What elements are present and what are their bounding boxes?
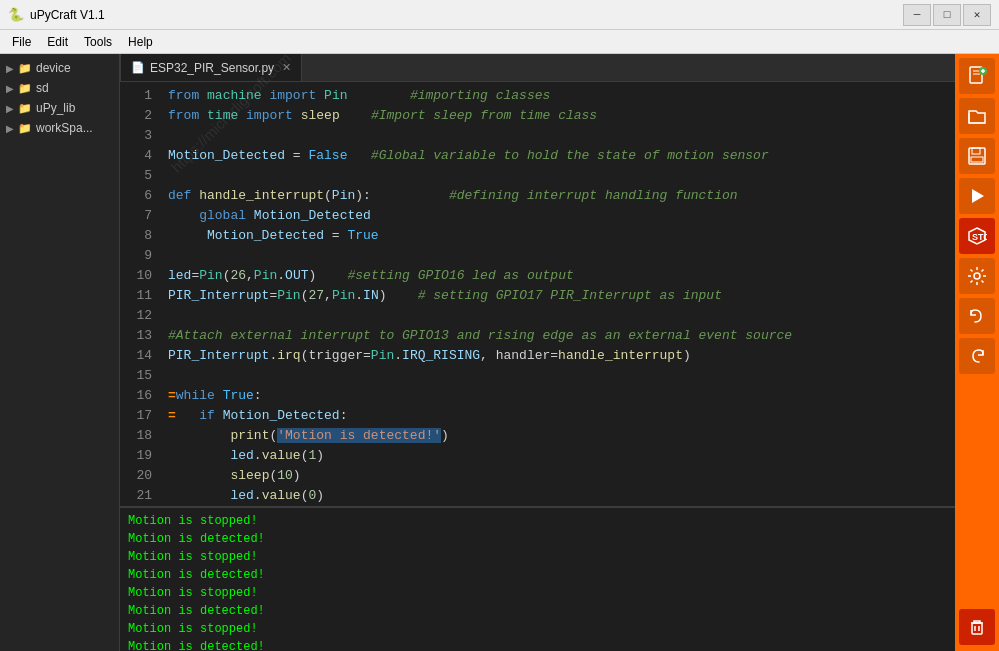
- terminal-line: Motion is detected!: [128, 530, 947, 548]
- editor-area: https://microdigisoft.com 📄 ESP32_PIR_Se…: [120, 54, 955, 651]
- arrow-icon: ▶: [6, 123, 14, 134]
- right-toolbar: STOP: [955, 54, 999, 651]
- svg-marker-9: [972, 189, 984, 203]
- terminal-line: Motion is stopped!: [128, 620, 947, 638]
- sidebar-item-label: sd: [36, 81, 49, 95]
- menu-file[interactable]: File: [4, 33, 39, 51]
- sidebar-item-sd[interactable]: ▶ 📁 sd: [0, 78, 119, 98]
- svg-text:STOP: STOP: [972, 232, 987, 242]
- open-file-button[interactable]: [959, 98, 995, 134]
- arrow-icon: ▶: [6, 63, 14, 74]
- title-bar: 🐍 uPyCraft V1.1 ─ □ ✕: [0, 0, 999, 30]
- menu-help[interactable]: Help: [120, 33, 161, 51]
- menu-edit[interactable]: Edit: [39, 33, 76, 51]
- save-file-button[interactable]: [959, 138, 995, 174]
- folder-icon: 📁: [18, 122, 32, 135]
- terminal-line: Motion is stopped!: [128, 584, 947, 602]
- code-editor[interactable]: 1 2 3 4 5 6 7 8 9 10 11 12 13 14 15 16 1: [120, 82, 955, 506]
- code-content[interactable]: from machine import Pin #importing class…: [160, 82, 955, 506]
- sidebar-item-device[interactable]: ▶ 📁 device: [0, 58, 119, 78]
- maximize-button[interactable]: □: [933, 4, 961, 26]
- clear-terminal-button[interactable]: [959, 609, 995, 645]
- svg-point-12: [974, 273, 980, 279]
- menu-tools[interactable]: Tools: [76, 33, 120, 51]
- arrow-icon: ▶: [6, 83, 14, 94]
- redo-button[interactable]: [959, 338, 995, 374]
- terminal-line: Motion is detected!: [128, 602, 947, 620]
- sidebar-item-upy-lib[interactable]: ▶ 📁 uPy_lib: [0, 98, 119, 118]
- svg-rect-8: [971, 157, 983, 162]
- folder-icon: 📁: [18, 82, 32, 95]
- menu-bar: File Edit Tools Help: [0, 30, 999, 54]
- folder-icon: 📁: [18, 62, 32, 75]
- terminal-line: Motion is stopped!: [128, 548, 947, 566]
- window-controls: ─ □ ✕: [903, 4, 991, 26]
- sidebar-item-workspace[interactable]: ▶ 📁 workSpa...: [0, 118, 119, 138]
- tab-bar: 📄 ESP32_PIR_Sensor.py ✕: [120, 54, 955, 82]
- line-numbers: 1 2 3 4 5 6 7 8 9 10 11 12 13 14 15 16 1: [120, 82, 160, 506]
- terminal-line: Motion is detected!: [128, 566, 947, 584]
- svg-rect-13: [972, 623, 982, 634]
- terminal-output: Motion is stopped!Motion is detected!Mot…: [120, 506, 955, 651]
- run-button[interactable]: [959, 178, 995, 214]
- stop-button[interactable]: STOP: [959, 218, 995, 254]
- main-layout: ▶ 📁 device ▶ 📁 sd ▶ 📁 uPy_lib ▶ 📁 workSp…: [0, 54, 999, 651]
- sidebar-item-label: uPy_lib: [36, 101, 75, 115]
- svg-rect-7: [972, 148, 980, 154]
- tools-button[interactable]: [959, 258, 995, 294]
- app-title: uPyCraft V1.1: [30, 8, 903, 22]
- terminal-line: Motion is stopped!: [128, 512, 947, 530]
- arrow-icon: ▶: [6, 103, 14, 114]
- tab-close-button[interactable]: ✕: [282, 61, 291, 74]
- tab-filename: ESP32_PIR_Sensor.py: [150, 61, 274, 75]
- sidebar-item-label: device: [36, 61, 71, 75]
- app-icon: 🐍: [8, 7, 24, 23]
- minimize-button[interactable]: ─: [903, 4, 931, 26]
- close-button[interactable]: ✕: [963, 4, 991, 26]
- folder-icon: 📁: [18, 102, 32, 115]
- new-file-button[interactable]: [959, 58, 995, 94]
- sidebar-item-label: workSpa...: [36, 121, 93, 135]
- editor-terminal: 1 2 3 4 5 6 7 8 9 10 11 12 13 14 15 16 1: [120, 82, 955, 651]
- terminal-line: Motion is detected!: [128, 638, 947, 651]
- file-icon: 📄: [131, 61, 145, 74]
- sidebar: ▶ 📁 device ▶ 📁 sd ▶ 📁 uPy_lib ▶ 📁 workSp…: [0, 54, 120, 651]
- file-tab[interactable]: 📄 ESP32_PIR_Sensor.py ✕: [120, 54, 302, 81]
- undo-button[interactable]: [959, 298, 995, 334]
